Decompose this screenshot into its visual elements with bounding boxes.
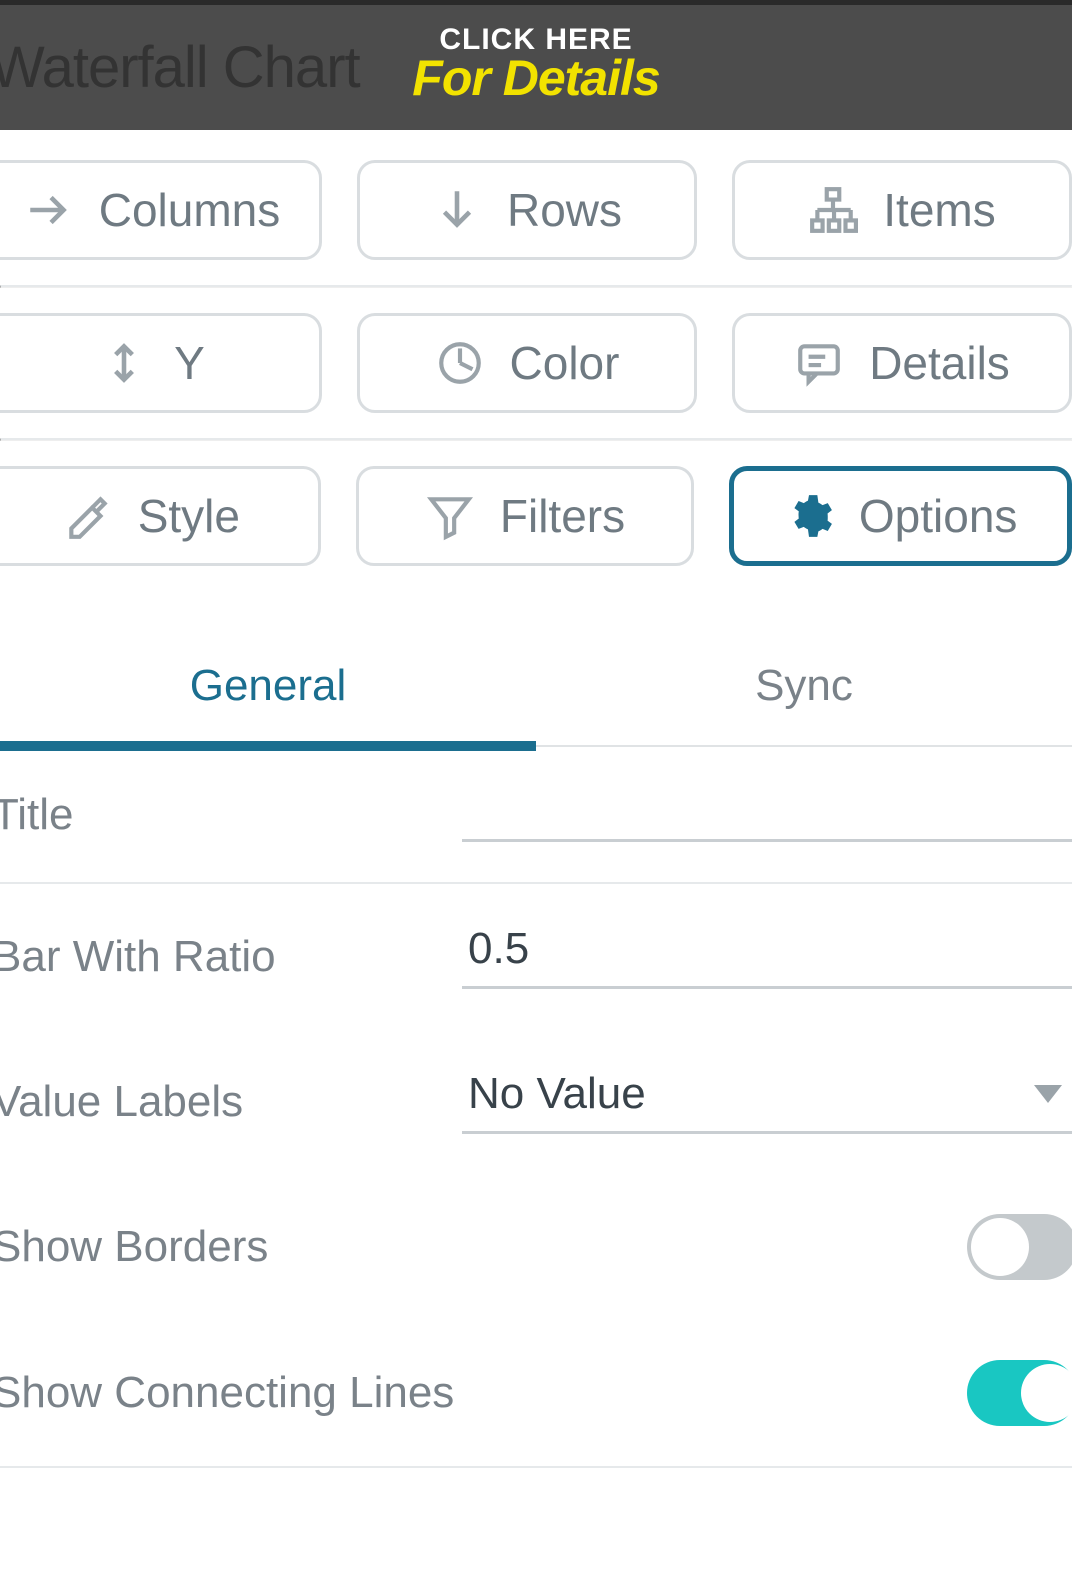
y-button[interactable]: Y [0, 313, 322, 413]
y-label: Y [174, 336, 205, 390]
color-label: Color [510, 336, 620, 390]
show-connecting-toggle[interactable] [967, 1360, 1072, 1426]
palette-icon [435, 338, 485, 388]
bar-width-row: Bar With Ratio 0.5 [0, 884, 1072, 1029]
brush-icon [63, 491, 113, 541]
general-options-form: Title Bar With Ratio 0.5 Value Labels No… [0, 747, 1072, 1468]
bar-width-input[interactable]: 0.5 [462, 924, 1072, 989]
toggle-knob [971, 1218, 1029, 1276]
title-label: Title [0, 790, 462, 840]
promo-banner[interactable]: CLICK HERE For Details [412, 23, 659, 107]
field-row-1: Columns Rows Items [0, 160, 1072, 260]
items-button[interactable]: Items [732, 160, 1072, 260]
arrow-down-icon [432, 185, 482, 235]
value-labels-value: No Value [468, 1069, 646, 1119]
tab-general[interactable]: General [0, 641, 536, 751]
arrow-right-icon [24, 185, 74, 235]
divider [0, 438, 1072, 441]
divider [0, 285, 1072, 288]
bar-width-label: Bar With Ratio [0, 932, 462, 982]
columns-button[interactable]: Columns [0, 160, 322, 260]
color-button[interactable]: Color [357, 313, 697, 413]
value-labels-row: Value Labels No Value [0, 1029, 1072, 1174]
filters-button[interactable]: Filters [356, 466, 695, 566]
show-borders-toggle[interactable] [967, 1214, 1072, 1280]
value-labels-select[interactable]: No Value [462, 1069, 1072, 1134]
header: Waterfall Chart CLICK HERE For Details [0, 0, 1072, 130]
toggle-knob [1021, 1364, 1072, 1422]
value-labels-label: Value Labels [0, 1077, 462, 1127]
field-buttons-area: Columns Rows Items Y Color [0, 130, 1072, 596]
show-connecting-row: Show Connecting Lines [0, 1320, 1072, 1468]
tab-sync[interactable]: Sync [536, 641, 1072, 745]
bar-width-value: 0.5 [468, 924, 529, 974]
field-row-3: Style Filters Options [0, 466, 1072, 566]
field-row-2: Y Color Details [0, 313, 1072, 413]
details-button[interactable]: Details [732, 313, 1072, 413]
columns-label: Columns [99, 183, 281, 237]
style-button[interactable]: Style [0, 466, 321, 566]
banner-line2: For Details [412, 49, 659, 107]
style-label: Style [138, 489, 240, 543]
rows-label: Rows [507, 183, 622, 237]
title-row: Title [0, 747, 1072, 884]
show-connecting-label: Show Connecting Lines [0, 1368, 967, 1418]
show-borders-label: Show Borders [0, 1222, 967, 1272]
funnel-icon [425, 491, 475, 541]
details-label: Details [869, 336, 1010, 390]
resize-vertical-icon [99, 338, 149, 388]
gear-icon [784, 491, 834, 541]
title-input[interactable] [462, 787, 1072, 842]
page-title: Waterfall Chart [0, 34, 360, 101]
options-button[interactable]: Options [729, 466, 1072, 566]
comment-icon [794, 338, 844, 388]
hierarchy-icon [808, 185, 858, 235]
filters-label: Filters [500, 489, 625, 543]
options-label: Options [859, 489, 1018, 543]
rows-button[interactable]: Rows [357, 160, 697, 260]
show-borders-row: Show Borders [0, 1174, 1072, 1320]
options-tabs: General Sync [0, 641, 1072, 747]
items-label: Items [883, 183, 995, 237]
chevron-down-icon [1034, 1085, 1062, 1103]
